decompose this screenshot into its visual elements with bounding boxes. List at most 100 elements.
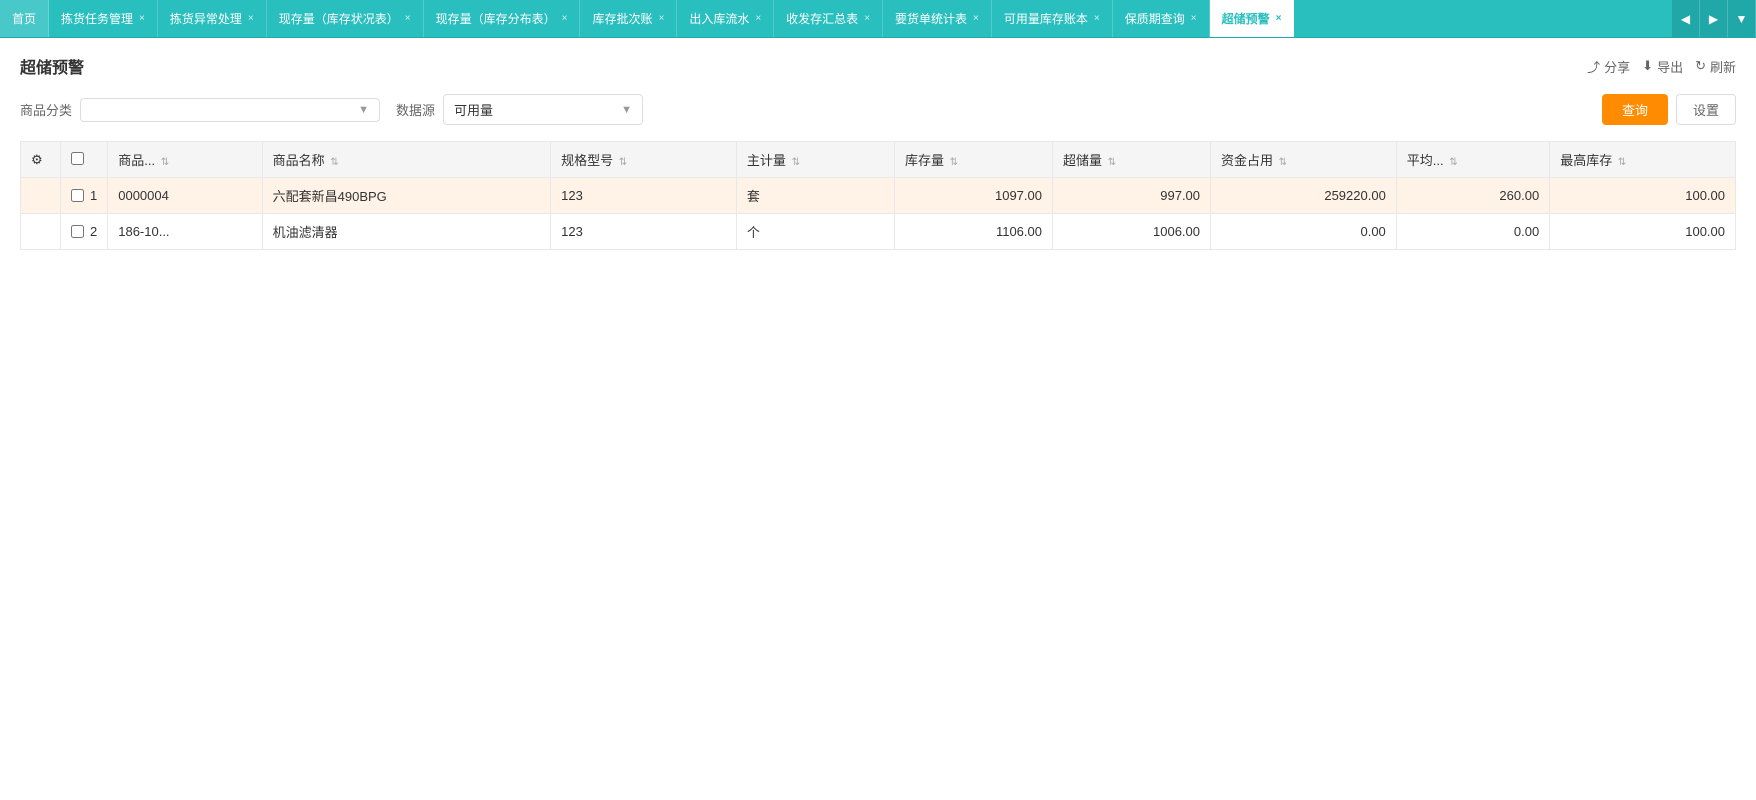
th-avg[interactable]: 平均... ⇅	[1396, 142, 1549, 178]
nav-tab-pick-abnormal-close[interactable]: ×	[248, 13, 254, 24]
category-select[interactable]: ▼	[80, 98, 380, 122]
row-checkbox-1[interactable]	[71, 225, 84, 238]
nav-tab-expiry[interactable]: 保质期查询 ×	[1113, 0, 1210, 38]
nav-tab-requisition[interactable]: 要货单统计表 ×	[883, 0, 992, 38]
th-capital-label: 资金占用	[1221, 153, 1273, 168]
th-spec[interactable]: 规格型号 ⇅	[551, 142, 737, 178]
nav-tab-pick-task[interactable]: 拣货任务管理 ×	[49, 0, 158, 38]
th-capital[interactable]: 资金占用 ⇅	[1211, 142, 1397, 178]
nav-tab-stock-status-close[interactable]: ×	[405, 13, 411, 24]
nav-tab-summary-label: 收发存汇总表	[786, 10, 858, 27]
category-filter-label: 商品分类	[20, 100, 72, 119]
nav-tab-summary[interactable]: 收发存汇总表 ×	[774, 0, 883, 38]
nav-tab-available-label: 可用量库存账本	[1004, 10, 1088, 27]
nav-tab-inout-label: 出入库流水	[689, 10, 749, 27]
export-icon: ⬇	[1642, 58, 1653, 74]
nav-prev-button[interactable]: ◀	[1672, 0, 1700, 38]
nav-tab-pick-abnormal[interactable]: 拣货异常处理 ×	[158, 0, 267, 38]
nav-tab-available[interactable]: 可用量库存账本 ×	[992, 0, 1113, 38]
export-button[interactable]: ⬇ 导出	[1642, 57, 1683, 76]
refresh-button[interactable]: ↻ 刷新	[1695, 57, 1736, 76]
select-all-checkbox[interactable]	[71, 152, 84, 165]
nav-tab-inout[interactable]: 出入库流水 ×	[677, 0, 774, 38]
nav-tab-batch-close[interactable]: ×	[658, 13, 664, 24]
td-overstock-1: 1006.00	[1052, 214, 1210, 250]
nav-tab-batch-label: 库存批次账	[592, 10, 652, 27]
th-product-code-sort: ⇅	[161, 157, 169, 168]
td-stock-1: 1106.00	[894, 214, 1052, 250]
td-product-code-1: 186-10...	[108, 214, 262, 250]
filter-container: 商品分类 ▼ 数据源 可用量 ▼ 查询 设置	[20, 94, 1736, 125]
nav-tab-stock-status-label: 现存量（库存状况表）	[279, 10, 399, 27]
row-checkbox-0[interactable]	[71, 189, 84, 202]
th-gear[interactable]: ⚙	[21, 142, 61, 178]
row-num-1: 2	[90, 224, 97, 239]
refresh-icon: ↻	[1695, 58, 1706, 74]
nav-tab-available-close[interactable]: ×	[1094, 13, 1100, 24]
th-max-stock-label: 最高库存	[1560, 153, 1612, 168]
export-label: 导出	[1657, 57, 1683, 76]
td-max-stock-1: 100.00	[1550, 214, 1736, 250]
table-row: 1 0000004 六配套新昌490BPG 123 套 1097.00 997.…	[21, 178, 1736, 214]
nav-tab-batch[interactable]: 库存批次账 ×	[580, 0, 677, 38]
th-spec-label: 规格型号	[561, 153, 613, 168]
th-avg-sort: ⇅	[1449, 157, 1457, 168]
datasource-filter-label: 数据源	[396, 100, 435, 119]
share-label: 分享	[1604, 57, 1630, 76]
nav-more-button[interactable]: ▼	[1728, 0, 1756, 38]
th-stock-sort: ⇅	[950, 157, 958, 168]
td-product-name-0: 六配套新昌490BPG	[262, 178, 551, 214]
nav-tab-overstock-close[interactable]: ×	[1276, 13, 1282, 24]
nav-tab-home[interactable]: 首页	[0, 0, 49, 38]
nav-next-button[interactable]: ▶	[1700, 0, 1728, 38]
gear-icon: ⚙	[31, 152, 43, 167]
nav-tab-stock-status[interactable]: 现存量（库存状况表） ×	[267, 0, 424, 38]
th-unit[interactable]: 主计量 ⇅	[736, 142, 894, 178]
th-product-code-label: 商品...	[118, 153, 155, 168]
td-unit-1: 个	[736, 214, 894, 250]
header-actions: ⤴ 分享 ⬇ 导出 ↻ 刷新	[1587, 57, 1736, 76]
th-stock-label: 库存量	[905, 153, 944, 168]
data-table: ⚙ 商品... ⇅ 商品名称 ⇅ 规格型号 ⇅ 主计量	[20, 141, 1736, 250]
td-spec-0: 123	[551, 178, 737, 214]
category-select-arrow: ▼	[358, 104, 369, 116]
nav-tab-stock-dist-close[interactable]: ×	[562, 13, 568, 24]
td-num-0: 1	[61, 178, 108, 214]
nav-tab-pick-task-label: 拣货任务管理	[61, 10, 133, 27]
nav-tab-expiry-close[interactable]: ×	[1191, 13, 1197, 24]
nav-tab-stock-dist-label: 现存量（库存分布表）	[436, 10, 556, 27]
th-max-stock[interactable]: 最高库存 ⇅	[1550, 142, 1736, 178]
share-button[interactable]: ⤴ 分享	[1587, 57, 1630, 76]
nav-tab-overstock[interactable]: 超储预警 ×	[1210, 0, 1295, 38]
page-content: 超储预警 ⤴ 分享 ⬇ 导出 ↻ 刷新 商品分类 ▼ 数据源	[0, 38, 1756, 800]
th-product-name-sort: ⇅	[330, 157, 338, 168]
nav-tab-home-label: 首页	[12, 10, 36, 27]
th-product-name[interactable]: 商品名称 ⇅	[262, 142, 551, 178]
refresh-label: 刷新	[1710, 57, 1736, 76]
datasource-filter: 数据源 可用量 ▼	[396, 94, 643, 125]
nav-tab-stock-dist[interactable]: 现存量（库存分布表） ×	[424, 0, 581, 38]
td-gear-0	[21, 178, 61, 214]
category-filter: 商品分类 ▼	[20, 98, 380, 122]
nav-tab-inout-close[interactable]: ×	[755, 13, 761, 24]
nav-tab-requisition-label: 要货单统计表	[895, 10, 967, 27]
th-product-name-label: 商品名称	[273, 153, 325, 168]
datasource-select[interactable]: 可用量 ▼	[443, 94, 643, 125]
datasource-select-arrow: ▼	[621, 104, 632, 116]
td-avg-0: 260.00	[1396, 178, 1549, 214]
setting-button[interactable]: 设置	[1676, 94, 1736, 125]
th-capital-sort: ⇅	[1279, 157, 1287, 168]
nav-tab-summary-close[interactable]: ×	[864, 13, 870, 24]
nav-tab-pick-task-close[interactable]: ×	[139, 13, 145, 24]
nav-tab-requisition-close[interactable]: ×	[973, 13, 979, 24]
th-overstock[interactable]: 超储量 ⇅	[1052, 142, 1210, 178]
query-button[interactable]: 查询	[1602, 94, 1668, 125]
th-product-code[interactable]: 商品... ⇅	[108, 142, 262, 178]
th-stock[interactable]: 库存量 ⇅	[894, 142, 1052, 178]
th-checkbox[interactable]	[61, 142, 108, 178]
page-header: 超储预警 ⤴ 分享 ⬇ 导出 ↻ 刷新	[20, 54, 1736, 78]
share-icon: ⤴	[1587, 57, 1600, 76]
nav-tab-overstock-label: 超储预警	[1222, 10, 1270, 27]
th-unit-label: 主计量	[747, 153, 786, 168]
nav-arrows: ◀ ▶ ▼	[1672, 0, 1756, 38]
